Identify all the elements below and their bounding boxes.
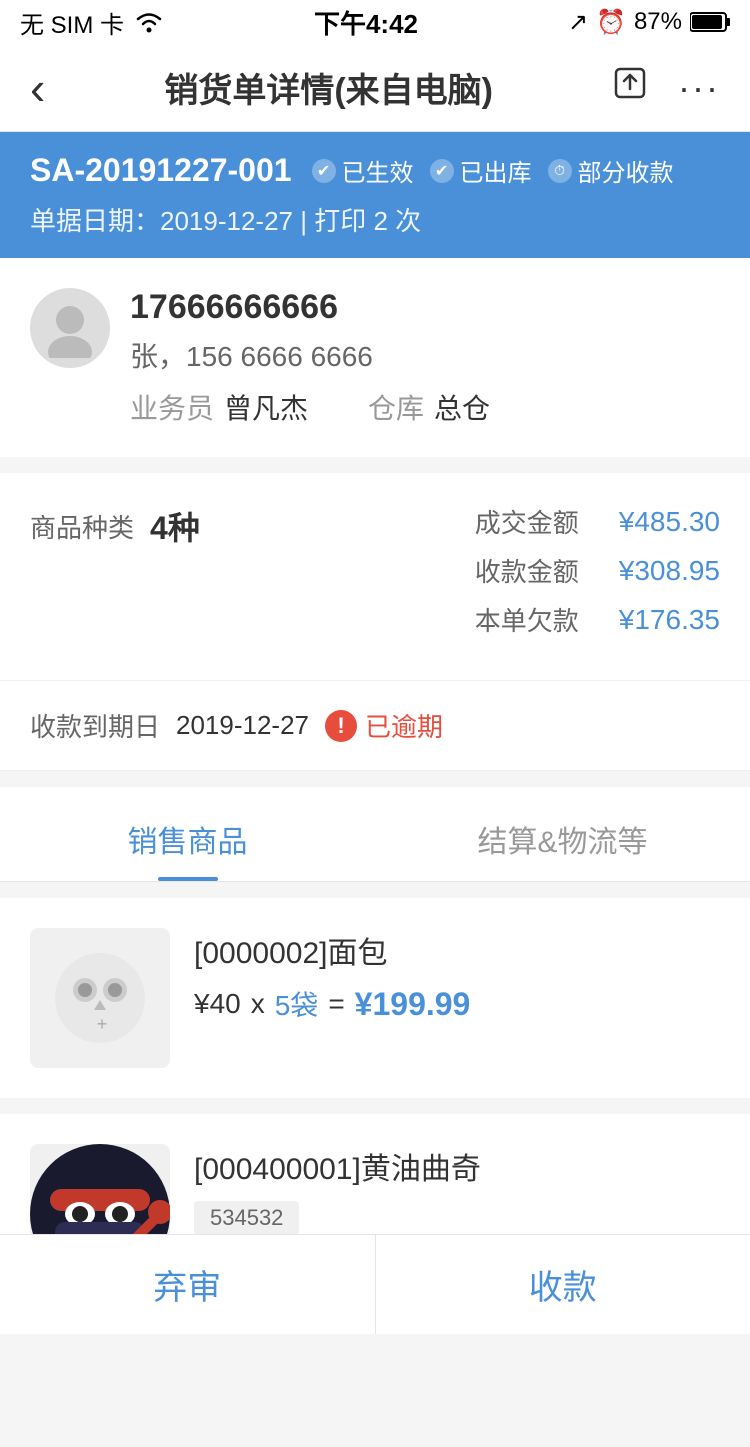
product-price-1: ¥40 x 5袋 = ¥199.99 [194, 984, 720, 1024]
deal-value: ¥485.30 [619, 506, 720, 538]
more-icon[interactable]: ··· [678, 67, 720, 109]
status-shipped-label: 已出库 [460, 153, 532, 188]
customer-meta: 业务员 曾凡杰 仓库 总仓 [130, 387, 720, 427]
wifi-icon [134, 11, 164, 33]
back-button[interactable]: ‹ [30, 61, 45, 115]
nav-bar: ‹ 销货单详情(来自电脑) ··· [0, 44, 750, 132]
warehouse-meta: 仓库 总仓 [368, 387, 490, 427]
warehouse-label: 仓库 [368, 387, 424, 427]
owed-amount: 本单欠款 ¥176.35 [475, 601, 720, 638]
product-count-value: 4种 [150, 503, 200, 549]
owed-value: ¥176.35 [619, 604, 720, 636]
price-qty-1: 5袋 [275, 984, 319, 1024]
due-date-section: 收款到期日 2019-12-27 ! 已逾期 [0, 681, 750, 771]
product-count-container: 商品种类 4种 [30, 503, 200, 549]
clock-icon: ⏱ [548, 159, 572, 183]
tabs-container: 销售商品 结算&物流等 [0, 787, 750, 882]
price-eq-1: = [328, 988, 344, 1020]
amounts-right: 成交金额 ¥485.30 收款金额 ¥308.95 本单欠款 ¥176.35 [475, 503, 720, 650]
status-shipped: ✔ 已出库 [430, 153, 532, 188]
status-tags: ✔ 已生效 ✔ 已出库 ⏱ 部分收款 [312, 153, 674, 188]
location-icon: ↗ [568, 8, 588, 37]
tab-products[interactable]: 销售商品 [0, 787, 375, 881]
bottom-bar: 弃审 收款 [0, 1234, 750, 1334]
salesperson-label: 业务员 [130, 387, 214, 427]
tab-settlement[interactable]: 结算&物流等 [375, 787, 750, 881]
status-effected-label: 已生效 [342, 153, 414, 188]
overdue-badge: ! 已逾期 [325, 707, 443, 744]
salesperson-meta: 业务员 曾凡杰 [130, 387, 308, 427]
cancel-review-button[interactable]: 弃审 [0, 1235, 376, 1334]
received-label: 收款金额 [475, 552, 579, 589]
battery-status: 87% [634, 8, 682, 36]
alarm-icon: ⏰ [596, 8, 626, 37]
overdue-icon: ! [325, 710, 357, 742]
deal-label: 成交金额 [475, 503, 579, 540]
price-total-1: ¥199.99 [355, 986, 471, 1023]
received-value: ¥308.95 [619, 555, 720, 587]
customer-section: 17666666666 张，156 6666 6666 业务员 曾凡杰 仓库 总… [0, 258, 750, 457]
customer-name: 17666666666 [130, 288, 720, 327]
order-date: 单据日期：2019-12-27 | 打印 2 次 [30, 201, 720, 238]
status-partial: ⏱ 部分收款 [548, 153, 674, 188]
overdue-text: 已逾期 [365, 707, 443, 744]
check-icon-2: ✔ [430, 159, 454, 183]
owed-label: 本单欠款 [475, 601, 579, 638]
product-name-1: [0000002]面包 [194, 928, 720, 972]
status-left: 无 SIM 卡 [20, 5, 164, 40]
amount-section: 商品种类 4种 成交金额 ¥485.30 收款金额 ¥308.95 本单欠款 ¥… [0, 473, 750, 681]
received-amount: 收款金额 ¥308.95 [475, 552, 720, 589]
status-time: 下午4:42 [314, 4, 418, 41]
due-date-value: 2019-12-27 [176, 710, 309, 741]
collect-payment-button[interactable]: 收款 [376, 1235, 750, 1334]
status-partial-label: 部分收款 [578, 153, 674, 188]
order-header: SA-20191227-001 ✔ 已生效 ✔ 已出库 ⏱ 部分收款 单据日期：… [0, 132, 750, 258]
products-list: + [0000002]面包 ¥40 x 5袋 = ¥199.99 [0, 898, 750, 1447]
customer-info: 17666666666 张，156 6666 6666 业务员 曾凡杰 仓库 总… [130, 288, 720, 427]
nav-actions: ··· [612, 65, 720, 110]
status-right: ↗ ⏰ 87% [568, 8, 730, 37]
customer-avatar [30, 288, 110, 368]
share-icon[interactable] [612, 65, 648, 110]
product-thumb-1: + [30, 928, 170, 1068]
battery-icon [690, 11, 730, 33]
customer-phone: 张，156 6666 6666 [130, 335, 720, 375]
product-item: + [0000002]面包 ¥40 x 5袋 = ¥199.99 [0, 898, 750, 1098]
due-label: 收款到期日 [30, 707, 160, 744]
order-id: SA-20191227-001 [30, 152, 292, 189]
page-title: 销货单详情(来自电脑) [164, 63, 493, 112]
sim-status: 无 SIM 卡 [20, 5, 124, 40]
product-details-1: [0000002]面包 ¥40 x 5袋 = ¥199.99 [194, 928, 720, 1024]
price-x-1: x [251, 988, 265, 1020]
check-icon-1: ✔ [312, 159, 336, 183]
deal-amount: 成交金额 ¥485.30 [475, 503, 720, 540]
warehouse-value: 总仓 [434, 387, 490, 427]
status-effected: ✔ 已生效 [312, 153, 414, 188]
salesperson-value: 曾凡杰 [224, 387, 308, 427]
price-unit-1: ¥40 [194, 988, 241, 1020]
svg-text:+: + [97, 1014, 108, 1034]
product-sku-2: 534532 [194, 1201, 299, 1235]
status-bar: 无 SIM 卡 下午4:42 ↗ ⏰ 87% [0, 0, 750, 44]
product-count-label: 商品种类 [30, 508, 134, 545]
product-name-2: [000400001]黄油曲奇 [194, 1144, 720, 1188]
